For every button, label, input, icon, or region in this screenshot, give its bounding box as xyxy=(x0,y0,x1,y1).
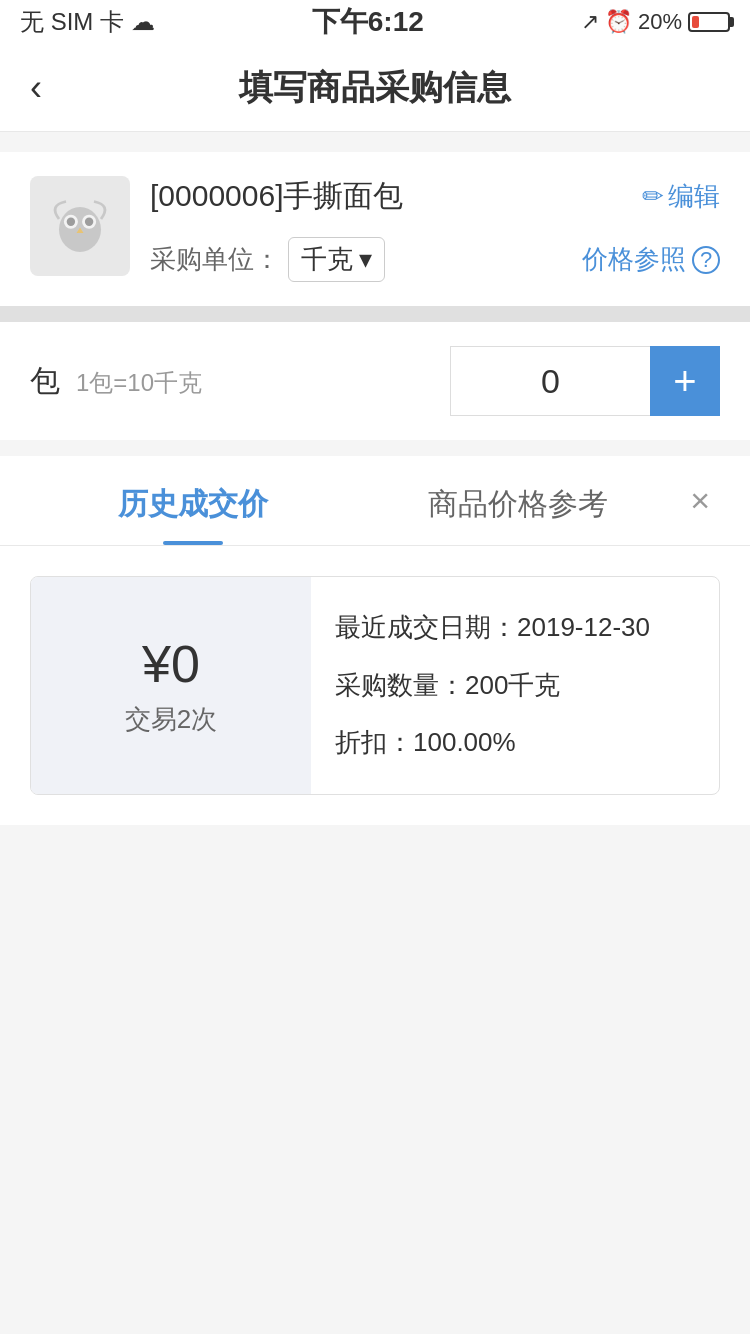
unit-label: 采购单位： 千克 ▾ xyxy=(150,237,385,282)
unit-value: 千克 xyxy=(301,242,353,277)
quantity-row: 包 1包=10千克 + xyxy=(0,322,750,440)
price-ref-label: 价格参照 xyxy=(582,242,686,277)
quantity-plus-button[interactable]: + xyxy=(650,346,720,416)
product-logo-icon xyxy=(45,191,115,261)
history-trades: 交易2次 xyxy=(125,702,217,737)
unit-select[interactable]: 千克 ▾ xyxy=(288,237,385,282)
page-title: 填写商品采购信息 xyxy=(239,65,511,111)
tabs-panel: 历史成交价 商品价格参考 × ¥0 交易2次 最近成交日期：2019-12-30… xyxy=(0,456,750,825)
tabs-header: 历史成交价 商品价格参考 × xyxy=(0,456,750,546)
tab-product-price-reference[interactable]: 商品价格参考 xyxy=(355,456,680,545)
product-card: [0000006]手撕面包 ✏ 编辑 采购单位： 千克 ▾ 价格参照 ? xyxy=(0,152,750,306)
history-price: ¥0 xyxy=(142,634,200,694)
status-right: ↗ ⏰ 20% xyxy=(581,9,730,35)
help-icon: ? xyxy=(692,246,720,274)
chevron-down-icon: ▾ xyxy=(359,244,372,275)
status-signal: 无 SIM 卡 ☁ xyxy=(20,6,155,38)
edit-button[interactable]: ✏ 编辑 xyxy=(642,179,720,214)
tab-history-price[interactable]: 历史成交价 xyxy=(30,456,355,545)
quantity-input[interactable] xyxy=(450,346,650,416)
history-recent-date: 最近成交日期：2019-12-30 xyxy=(335,607,695,649)
quantity-unit: 包 xyxy=(30,361,60,402)
history-content: ¥0 交易2次 最近成交日期：2019-12-30 采购数量：200千克 折扣：… xyxy=(0,546,750,825)
svg-point-3 xyxy=(67,218,75,226)
svg-point-4 xyxy=(85,218,93,226)
history-left-panel: ¥0 交易2次 xyxy=(31,577,311,794)
quantity-input-group: + xyxy=(450,346,720,416)
header: ‹ 填写商品采购信息 xyxy=(0,44,750,132)
product-row: [0000006]手撕面包 ✏ 编辑 采购单位： 千克 ▾ 价格参照 ? xyxy=(30,176,720,282)
product-name: [0000006]手撕面包 xyxy=(150,176,403,217)
edit-label: 编辑 xyxy=(668,179,720,214)
status-time: 下午6:12 xyxy=(312,3,424,41)
back-button[interactable]: ‹ xyxy=(30,57,52,119)
product-info: [0000006]手撕面包 ✏ 编辑 采购单位： 千克 ▾ 价格参照 ? xyxy=(150,176,720,282)
quantity-label-text: 采购数量： xyxy=(335,670,465,700)
history-quantity: 采购数量：200千克 xyxy=(335,665,695,707)
unit-label-text: 采购单位： xyxy=(150,242,280,277)
unit-row: 采购单位： 千克 ▾ 价格参照 ? xyxy=(150,237,720,282)
tab-close-button[interactable]: × xyxy=(680,471,720,530)
status-bar: 无 SIM 卡 ☁ 下午6:12 ↗ ⏰ 20% xyxy=(0,0,750,44)
battery-percent: 20% xyxy=(638,9,682,35)
gps-icon: ↗ xyxy=(581,9,599,35)
history-card: ¥0 交易2次 最近成交日期：2019-12-30 采购数量：200千克 折扣：… xyxy=(30,576,720,795)
edit-icon: ✏ xyxy=(642,181,664,212)
quantity-detail-value: 200千克 xyxy=(465,670,560,700)
quantity-note: 1包=10千克 xyxy=(76,367,202,399)
battery-icon xyxy=(688,12,730,32)
history-right-panel: 最近成交日期：2019-12-30 采购数量：200千克 折扣：100.00% xyxy=(311,577,719,794)
discount-label: 折扣： xyxy=(335,727,413,757)
alarm-icon: ⏰ xyxy=(605,9,632,35)
discount-value: 100.00% xyxy=(413,727,516,757)
price-reference-button[interactable]: 价格参照 ? xyxy=(582,242,720,277)
product-thumbnail xyxy=(30,176,130,276)
history-discount: 折扣：100.00% xyxy=(335,722,695,764)
recent-date-value: 2019-12-30 xyxy=(517,612,650,642)
separator xyxy=(0,306,750,322)
product-name-row: [0000006]手撕面包 ✏ 编辑 xyxy=(150,176,720,217)
battery-fill xyxy=(692,16,699,28)
recent-date-label: 最近成交日期： xyxy=(335,612,517,642)
quantity-label: 包 1包=10千克 xyxy=(30,361,202,402)
